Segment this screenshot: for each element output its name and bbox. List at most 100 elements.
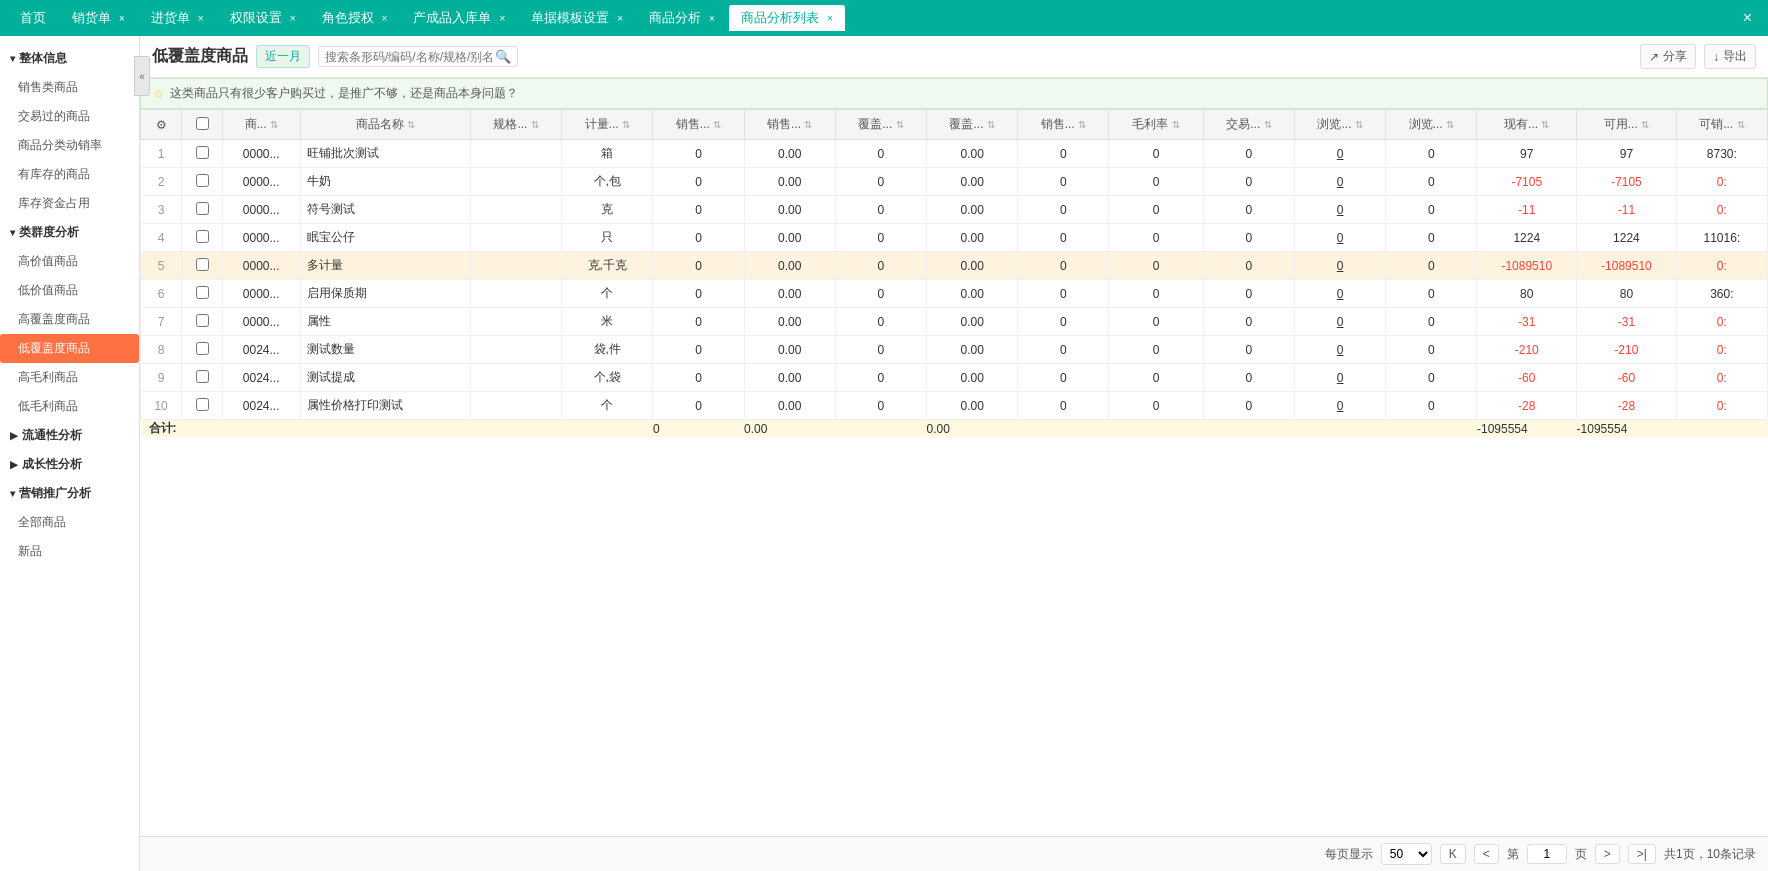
row-current: -28 xyxy=(1477,392,1577,420)
col-gross-margin[interactable]: 毛利率 ⇅ xyxy=(1109,110,1203,140)
nav-permissions[interactable]: 权限设置 × xyxy=(218,5,308,31)
col-cover1[interactable]: 覆盖... ⇅ xyxy=(835,110,926,140)
col-browse1[interactable]: 浏览... ⇅ xyxy=(1295,110,1386,140)
row-browse1[interactable]: 0 xyxy=(1295,308,1386,336)
sidebar-section-overall[interactable]: ▾ 整体信息 xyxy=(0,44,139,73)
row-checkbox[interactable] xyxy=(182,364,223,392)
col-current[interactable]: 现有... ⇅ xyxy=(1477,110,1577,140)
header-actions: ↗ 分享 ↓ 导出 xyxy=(1640,44,1756,69)
row-current: 80 xyxy=(1477,280,1577,308)
nav-analysis[interactable]: 商品分析 × xyxy=(637,5,727,31)
col-name[interactable]: 商品名称 ⇅ xyxy=(300,110,470,140)
row-browse1[interactable]: 0 xyxy=(1295,280,1386,308)
nav-close-all-button[interactable]: × xyxy=(1735,5,1760,31)
sidebar-section-cluster[interactable]: ▾ 类群度分析 xyxy=(0,218,139,247)
col-sales3[interactable]: 销售... ⇅ xyxy=(1018,110,1109,140)
row-browse1[interactable]: 0 xyxy=(1295,364,1386,392)
col-trade[interactable]: 交易... ⇅ xyxy=(1203,110,1294,140)
row-sales-qty: 0 xyxy=(653,224,744,252)
row-trade: 0 xyxy=(1203,364,1294,392)
sidebar-item-in-stock[interactable]: 有库存的商品 xyxy=(0,160,139,189)
sidebar-item-high-coverage[interactable]: 高覆盖度商品 xyxy=(0,305,139,334)
sidebar-item-high-margin[interactable]: 高毛利商品 xyxy=(0,363,139,392)
sidebar-item-traded-goods[interactable]: 交易过的商品 xyxy=(0,102,139,131)
row-checkbox[interactable] xyxy=(182,196,223,224)
col-unit[interactable]: 计量... ⇅ xyxy=(562,110,653,140)
row-available: -28 xyxy=(1577,392,1677,420)
nav-permissions-close[interactable]: × xyxy=(290,13,296,24)
nav-analysis-list[interactable]: 商品分析列表 × xyxy=(729,5,845,31)
first-page-button[interactable]: K xyxy=(1440,844,1466,864)
row-checkbox[interactable] xyxy=(182,252,223,280)
col-checkbox[interactable] xyxy=(182,110,223,140)
col-cover2[interactable]: 覆盖... ⇅ xyxy=(927,110,1018,140)
export-icon: ↓ xyxy=(1713,50,1719,64)
row-checkbox[interactable] xyxy=(182,140,223,168)
nav-home[interactable]: 首页 xyxy=(8,5,58,31)
sidebar-item-low-margin[interactable]: 低毛利商品 xyxy=(0,392,139,421)
col-spec[interactable]: 规格... ⇅ xyxy=(470,110,561,140)
sidebar-item-sales-goods[interactable]: 销售类商品 xyxy=(0,73,139,102)
row-browse1[interactable]: 0 xyxy=(1295,224,1386,252)
nav-analysis-list-close[interactable]: × xyxy=(827,13,833,24)
select-all-checkbox[interactable] xyxy=(196,117,209,130)
nav-sales-close[interactable]: × xyxy=(119,13,125,24)
row-browse2: 0 xyxy=(1386,168,1477,196)
sidebar-item-category-turnover[interactable]: 商品分类动销率 xyxy=(0,131,139,160)
search-input[interactable] xyxy=(325,50,495,64)
table-container[interactable]: ⚙ 商... ⇅ 商品名称 ⇅ 规格... ⇅ 计量... ⇅ 销售... ⇅ … xyxy=(140,109,1768,836)
nav-templates[interactable]: 单据模板设置 × xyxy=(519,5,635,31)
row-checkbox[interactable] xyxy=(182,392,223,420)
sidebar-section-liquidity[interactable]: ▶ 流通性分析 xyxy=(0,421,139,450)
col-available[interactable]: 可用... ⇅ xyxy=(1577,110,1677,140)
row-checkbox[interactable] xyxy=(182,280,223,308)
sidebar-collapse-button[interactable]: « xyxy=(134,56,150,96)
row-checkbox[interactable] xyxy=(182,308,223,336)
row-browse1[interactable]: 0 xyxy=(1295,140,1386,168)
row-trade: 0 xyxy=(1203,168,1294,196)
export-button[interactable]: ↓ 导出 xyxy=(1704,44,1756,69)
search-icon: 🔍 xyxy=(495,49,511,64)
nav-product-entry-close[interactable]: × xyxy=(499,13,505,24)
col-sales-qty[interactable]: 销售... ⇅ xyxy=(653,110,744,140)
row-browse1[interactable]: 0 xyxy=(1295,196,1386,224)
nav-purchase[interactable]: 进货单 × xyxy=(139,5,216,31)
col-saleable[interactable]: 可销... ⇅ xyxy=(1676,110,1767,140)
row-browse1[interactable]: 0 xyxy=(1295,252,1386,280)
row-checkbox[interactable] xyxy=(182,336,223,364)
page-input[interactable] xyxy=(1527,844,1567,864)
row-browse1[interactable]: 0 xyxy=(1295,168,1386,196)
sidebar-item-high-value[interactable]: 高价值商品 xyxy=(0,247,139,276)
prev-page-button[interactable]: < xyxy=(1474,844,1499,864)
nav-templates-close[interactable]: × xyxy=(617,13,623,24)
row-unit: 个 xyxy=(562,280,653,308)
sidebar-item-all-goods[interactable]: 全部商品 xyxy=(0,508,139,537)
nav-roles-close[interactable]: × xyxy=(382,13,388,24)
page-size-select[interactable]: 50 20 100 xyxy=(1381,843,1432,865)
nav-roles[interactable]: 角色授权 × xyxy=(310,5,400,31)
row-browse1[interactable]: 0 xyxy=(1295,392,1386,420)
col-settings[interactable]: ⚙ xyxy=(141,110,182,140)
col-browse2[interactable]: 浏览... ⇅ xyxy=(1386,110,1477,140)
col-code[interactable]: 商... ⇅ xyxy=(222,110,300,140)
sidebar-item-low-value[interactable]: 低价值商品 xyxy=(0,276,139,305)
share-button[interactable]: ↗ 分享 xyxy=(1640,44,1696,69)
last-page-button[interactable]: >| xyxy=(1628,844,1656,864)
col-sales-amount[interactable]: 销售... ⇅ xyxy=(744,110,835,140)
sidebar-section-marketing[interactable]: ▾ 营销推广分析 xyxy=(0,479,139,508)
sidebar-section-growth[interactable]: ▶ 成长性分析 xyxy=(0,450,139,479)
next-page-button[interactable]: > xyxy=(1595,844,1620,864)
sidebar-item-capital[interactable]: 库存资金占用 xyxy=(0,189,139,218)
nav-sales[interactable]: 销货单 × xyxy=(60,5,137,31)
sidebar-item-new-goods[interactable]: 新品 xyxy=(0,537,139,566)
nav-purchase-close[interactable]: × xyxy=(198,13,204,24)
row-checkbox[interactable] xyxy=(182,168,223,196)
time-filter-button[interactable]: 近一月 xyxy=(256,45,310,68)
nav-product-entry[interactable]: 产成品入库单 × xyxy=(401,5,517,31)
row-sales-amount: 0.00 xyxy=(744,168,835,196)
sidebar-item-low-coverage[interactable]: 低覆盖度商品 xyxy=(0,334,139,363)
nav-analysis-close[interactable]: × xyxy=(709,13,715,24)
row-browse1[interactable]: 0 xyxy=(1295,336,1386,364)
row-current: -7105 xyxy=(1477,168,1577,196)
row-checkbox[interactable] xyxy=(182,224,223,252)
